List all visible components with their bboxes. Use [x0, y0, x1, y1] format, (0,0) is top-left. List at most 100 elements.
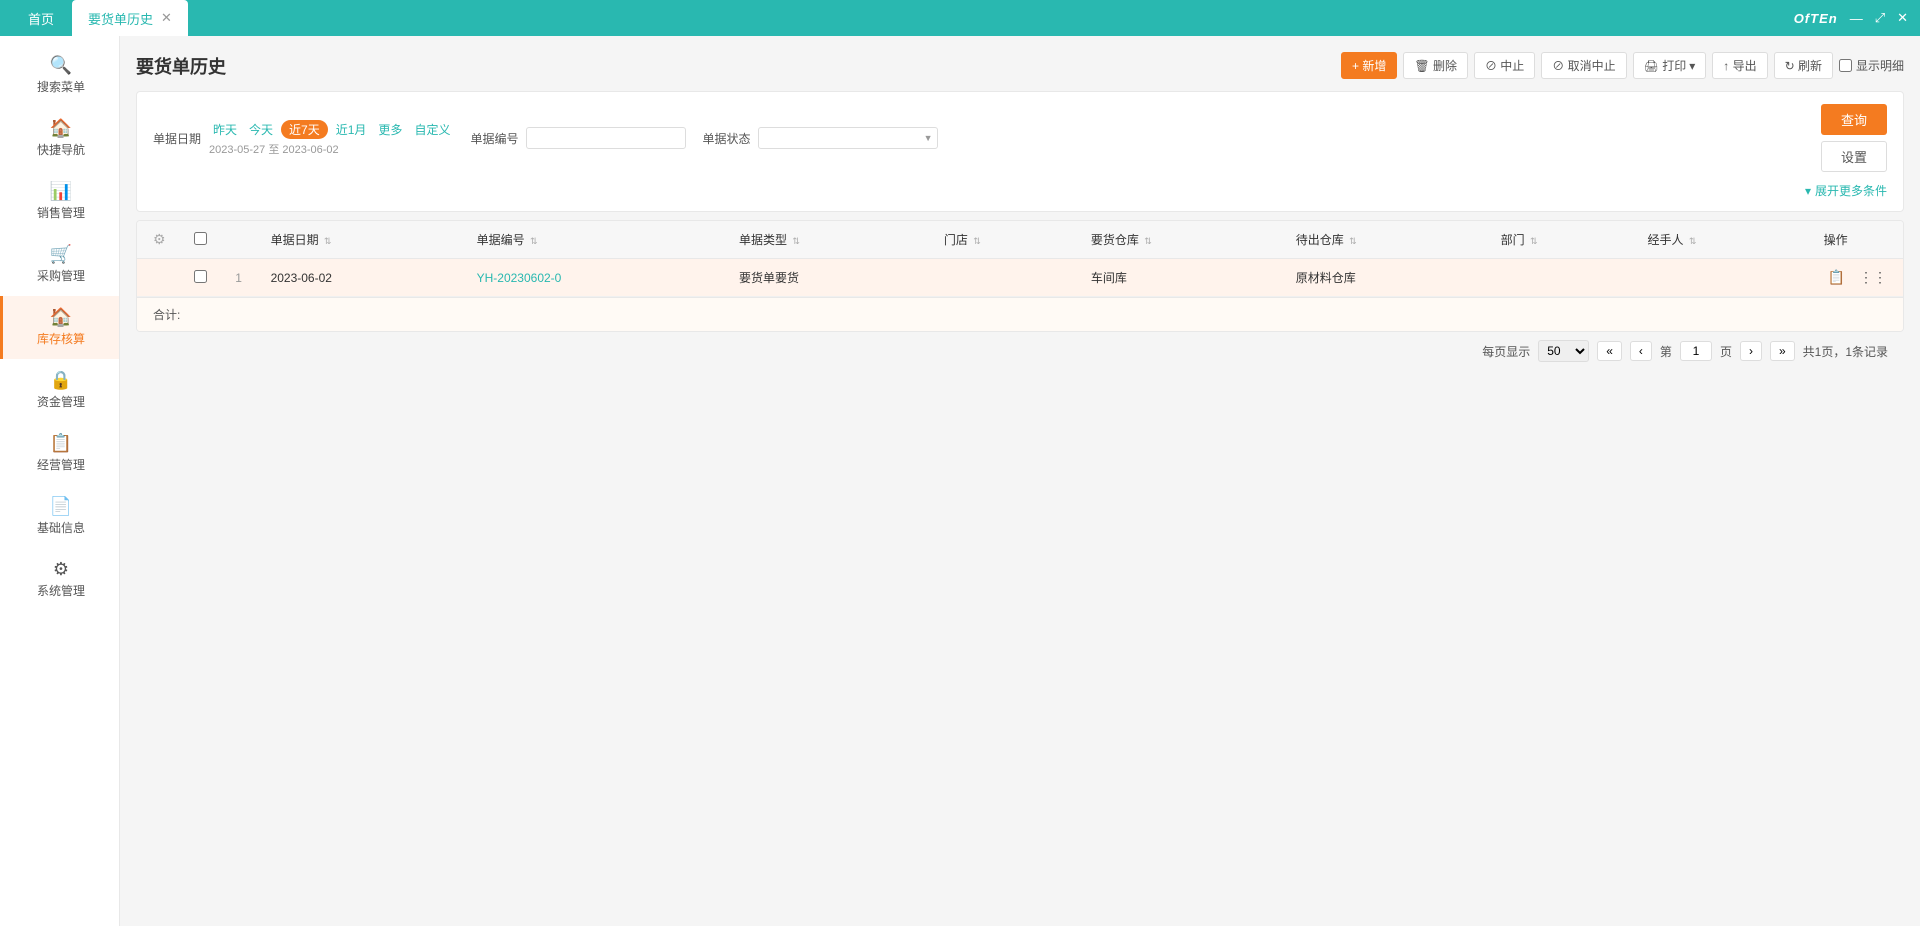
export-button[interactable]: ↑ 导出: [1712, 52, 1767, 79]
row-settings-cell: [137, 259, 182, 297]
store-sort-icon[interactable]: ⇅: [973, 236, 981, 246]
sidebar-item-label: 快捷导航: [37, 141, 85, 158]
page-title: 要货单历史: [136, 53, 226, 79]
date-shortcuts: 昨天 今天 近7天 近1月 更多 自定义: [209, 120, 454, 139]
department-sort-icon[interactable]: ⇅: [1530, 236, 1538, 246]
date-range-text: 2023-05-27 至 2023-06-02: [209, 141, 454, 157]
toolbar: + 新增 🗑 删除 ⊘ 中止 ⊘ 取消中止 🖨 打印 ▾ ↑ 导出 ↻ 刷新 显…: [1341, 52, 1904, 79]
row-view-icon[interactable]: 📋: [1824, 267, 1849, 288]
pagination: 每页显示 50 100 « ‹ 第 页 › » 共1页，1条记录: [136, 332, 1904, 370]
display-detail-label[interactable]: 显示明细: [1839, 57, 1904, 74]
handler-sort-icon[interactable]: ⇅: [1689, 236, 1697, 246]
tab-requisition-history[interactable]: 要货单历史 ✕: [72, 0, 188, 36]
header-row: ⚙ 单据日期 ⇅ 单据编号 ⇅ 单据类型: [137, 221, 1903, 259]
settings-button[interactable]: 设置: [1821, 141, 1887, 172]
checkbox-col-header: [182, 221, 219, 259]
date-shortcut-yesterday[interactable]: 昨天: [209, 120, 241, 139]
table-settings-icon[interactable]: ⚙: [149, 227, 170, 251]
type-col-header: 单据类型 ⇅: [727, 221, 932, 259]
date-shortcut-more[interactable]: 更多: [374, 120, 406, 139]
window-minimize-icon[interactable]: —: [1850, 11, 1863, 26]
date-sort-icon[interactable]: ⇅: [324, 236, 332, 246]
type-sort-icon[interactable]: ⇅: [792, 236, 800, 246]
refresh-button[interactable]: ↻ 刷新: [1774, 52, 1833, 79]
sidebar-item-purchase-mgmt[interactable]: 🛒 采购管理: [0, 233, 119, 296]
sidebar-item-inventory[interactable]: 🏠 库存核算: [0, 296, 119, 359]
order-no-label: 单据编号: [470, 130, 518, 147]
sidebar-item-basic-info[interactable]: 📄 基础信息: [0, 485, 119, 548]
delete-button[interactable]: 🗑 删除: [1403, 52, 1468, 79]
print-dropdown-icon[interactable]: ▾: [1689, 59, 1695, 73]
status-filter-group: 单据状态: [702, 127, 938, 149]
tab-label: 要货单历史: [88, 9, 153, 28]
top-bar: 首页 要货单历史 ✕ OfTEn — ⤢ ✕: [0, 0, 1920, 36]
purchase-icon: 🛒: [50, 245, 72, 263]
page-label: 页: [1720, 343, 1732, 360]
date-col-header: 单据日期 ⇅: [259, 221, 465, 259]
query-button[interactable]: 查询: [1821, 104, 1887, 135]
sidebar-item-search-menu[interactable]: 🔍 搜索菜单: [0, 44, 119, 107]
sidebar-item-system[interactable]: ⚙ 系统管理: [0, 548, 119, 611]
next-page-button[interactable]: ›: [1740, 341, 1762, 361]
page-number-input[interactable]: [1680, 341, 1712, 361]
wait-warehouse-sort-icon[interactable]: ⇅: [1349, 236, 1357, 246]
top-bar-right: OfTEn — ⤢ ✕: [1794, 10, 1908, 26]
prev-page-button[interactable]: ‹: [1630, 341, 1652, 361]
total-info: 共1页，1条记录: [1803, 343, 1888, 360]
date-shortcut-today[interactable]: 今天: [245, 120, 277, 139]
operations-icon: 📋: [50, 434, 72, 452]
row-index-cell: 1: [219, 259, 259, 297]
filter-buttons: 查询 设置: [1821, 104, 1887, 172]
row-more-icon[interactable]: ⋮⋮: [1855, 267, 1891, 288]
tab-home[interactable]: 首页: [12, 0, 70, 36]
sidebar-item-sales-mgmt[interactable]: 📊 销售管理: [0, 170, 119, 233]
select-all-checkbox[interactable]: [194, 232, 207, 245]
tab-close-icon[interactable]: ✕: [161, 10, 172, 26]
date-shortcut-custom[interactable]: 自定义: [410, 120, 454, 139]
order-no-link[interactable]: YH-20230602-0: [477, 271, 562, 285]
table-row: 1 2023-06-02 YH-20230602-0 要货单要货 车间库 原材料…: [137, 259, 1903, 297]
sidebar-item-label: 基础信息: [37, 519, 85, 536]
expand-filter-button[interactable]: ▾ 展开更多条件: [1805, 182, 1887, 199]
wait-warehouse-col-header: 待出仓库 ⇅: [1284, 221, 1489, 259]
display-detail-checkbox[interactable]: [1839, 59, 1852, 72]
date-shortcut-last1month[interactable]: 近1月: [332, 120, 371, 139]
date-shortcut-last7days[interactable]: 近7天: [281, 120, 328, 139]
sidebar-item-label: 采购管理: [37, 267, 85, 284]
first-page-button[interactable]: «: [1597, 341, 1622, 361]
status-select[interactable]: [758, 127, 938, 149]
order-no-sort-icon[interactable]: ⇅: [530, 236, 538, 246]
row-actions: 📋 ⋮⋮: [1824, 267, 1891, 288]
row-checkbox[interactable]: [194, 270, 207, 283]
expand-icon: ▾: [1805, 184, 1811, 198]
quick-nav-icon: 🏠: [50, 119, 72, 137]
order-no-input[interactable]: [526, 127, 686, 149]
window-close-icon[interactable]: ✕: [1897, 10, 1908, 26]
expand-label: 展开更多条件: [1815, 182, 1887, 199]
date-filter-label: 单据日期: [153, 130, 201, 147]
new-button[interactable]: + 新增: [1341, 52, 1397, 79]
row-store-cell: [932, 259, 1079, 297]
cancel-stop-button[interactable]: ⊘ 取消中止: [1541, 52, 1626, 79]
sidebar-item-finance[interactable]: 🔒 资金管理: [0, 359, 119, 422]
handler-col-header: 经手人 ⇅: [1636, 221, 1812, 259]
window-resize-icon[interactable]: ⤢: [1875, 10, 1885, 26]
page-size-select[interactable]: 50 100: [1538, 340, 1589, 362]
req-warehouse-sort-icon[interactable]: ⇅: [1144, 236, 1152, 246]
sidebar-item-label: 销售管理: [37, 204, 85, 221]
footer-label: 合计:: [153, 306, 180, 323]
brand-label: OfTEn: [1794, 11, 1838, 26]
stop-button[interactable]: ⊘ 中止: [1474, 52, 1535, 79]
table-container: ⚙ 单据日期 ⇅ 单据编号 ⇅ 单据类型: [136, 220, 1904, 332]
page-label-prefix: 第: [1660, 343, 1672, 360]
sidebar-item-quick-nav[interactable]: 🏠 快捷导航: [0, 107, 119, 170]
sidebar-item-label: 系统管理: [37, 582, 85, 599]
row-department-cell: [1489, 259, 1636, 297]
sidebar-item-label: 资金管理: [37, 393, 85, 410]
inventory-icon: 🏠: [50, 308, 72, 326]
last-page-button[interactable]: »: [1770, 341, 1795, 361]
sidebar-item-operations[interactable]: 📋 经营管理: [0, 422, 119, 485]
filter-row: 单据日期 昨天 今天 近7天 近1月 更多 自定义 2023-05-27 至 2…: [153, 104, 1887, 172]
print-button[interactable]: 🖨 打印 ▾: [1633, 52, 1707, 79]
table-footer: 合计:: [137, 297, 1903, 331]
